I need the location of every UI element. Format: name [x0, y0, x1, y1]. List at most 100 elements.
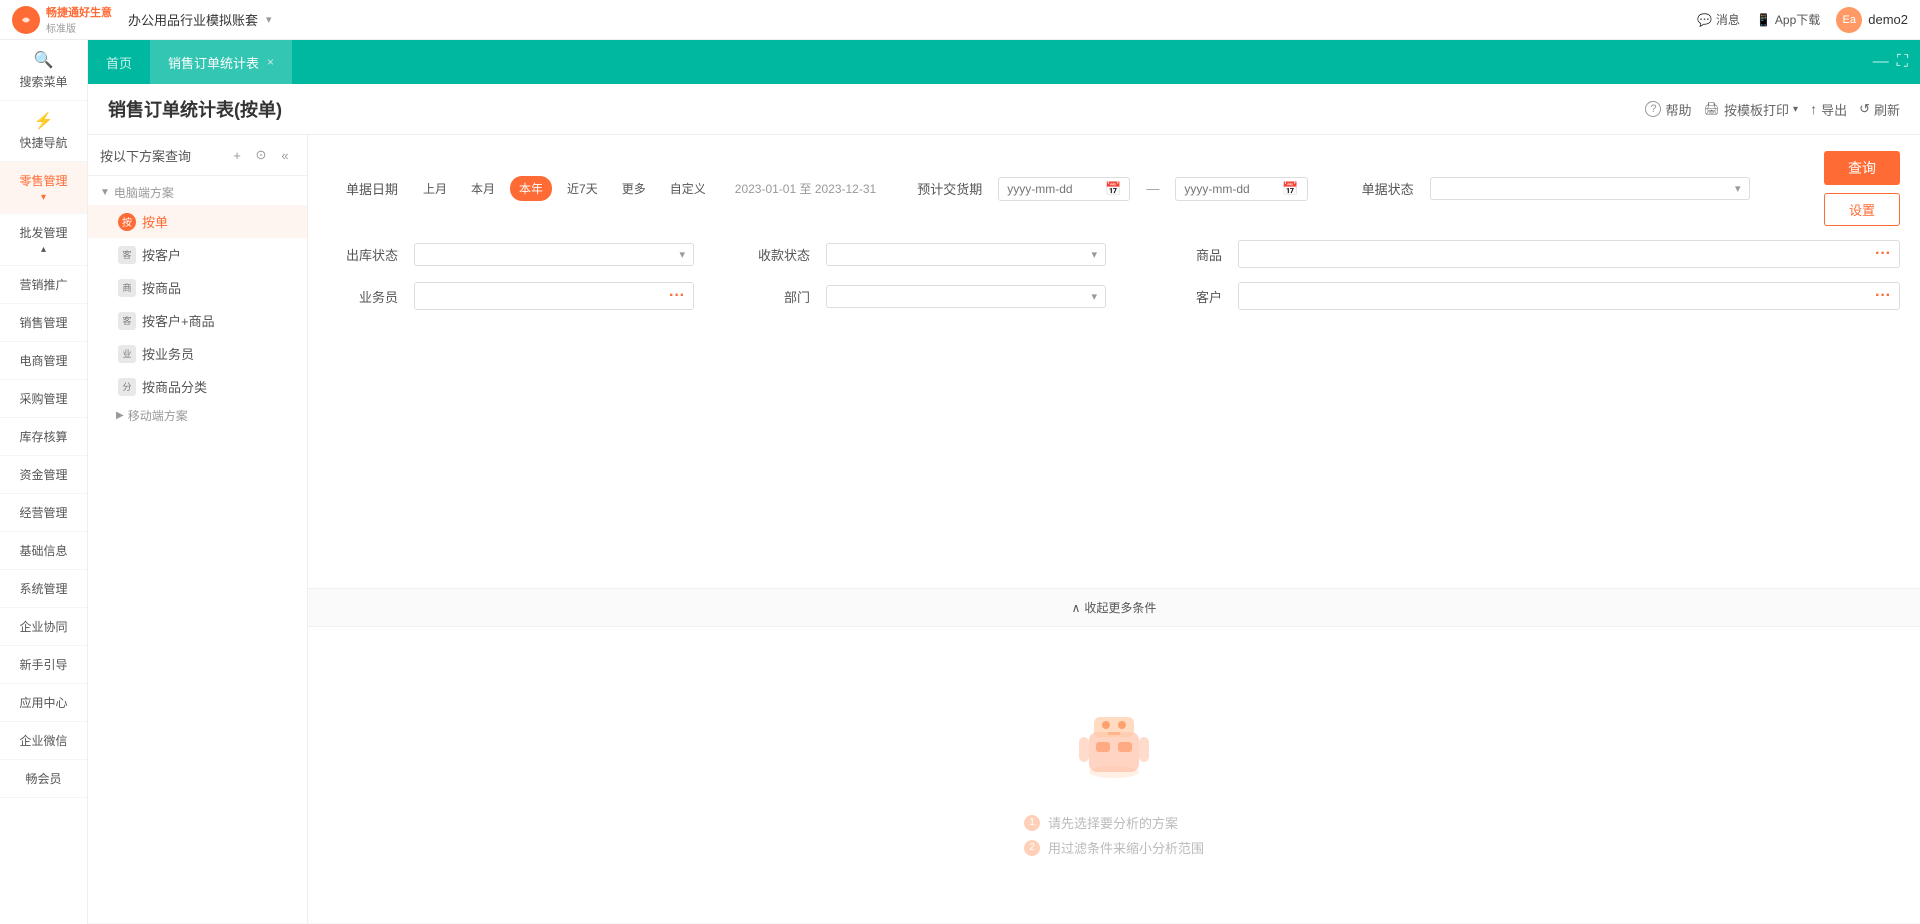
- refresh-button[interactable]: ↺ 刷新: [1859, 100, 1900, 119]
- customer-dots-icon[interactable]: ···: [1875, 287, 1891, 305]
- search-icon: 🔍: [4, 50, 83, 70]
- scheme-item-by-customer-goods[interactable]: 客 按客户+商品: [88, 304, 307, 337]
- sidebar-item-wechat[interactable]: 企业微信: [0, 722, 87, 760]
- sidebar-item-search[interactable]: 🔍 搜索菜单: [0, 40, 87, 101]
- date-from-group: 📅: [998, 177, 1130, 201]
- date-from-input[interactable]: [1007, 182, 1097, 196]
- sidebar-item-operations[interactable]: 经营管理: [0, 494, 87, 532]
- sidebar-item-apps[interactable]: 应用中心: [0, 684, 87, 722]
- filter-row-1: 单据日期 上月 本月 本年 近7天 更多 自定义 2023-01-01 至 20…: [328, 151, 1900, 226]
- workspace-dropdown-icon[interactable]: ▾: [266, 13, 272, 26]
- sidebar-item-enterprise[interactable]: 企业协同: [0, 608, 87, 646]
- status-select[interactable]: ▾: [1430, 177, 1750, 200]
- status-select-arrow-icon: ▾: [1735, 182, 1741, 195]
- customer-input-area[interactable]: ···: [1238, 282, 1900, 310]
- sidebar-item-member[interactable]: 畅会员: [0, 760, 87, 798]
- message-icon: 💬: [1697, 13, 1712, 27]
- delivery-select[interactable]: ▾: [414, 243, 694, 266]
- calendar-to-icon[interactable]: 📅: [1282, 181, 1298, 197]
- wholesale-label: 批发管理: [4, 224, 83, 241]
- date-btn-7days[interactable]: 近7天: [558, 176, 607, 201]
- help-button[interactable]: ? 帮助: [1645, 100, 1691, 119]
- mobile-group[interactable]: ▶ 移动端方案: [88, 403, 307, 428]
- sidebar-item-wholesale[interactable]: 批发管理 ▴: [0, 214, 87, 266]
- date-btn-thisyear[interactable]: 本年: [510, 176, 552, 201]
- goods-input-area[interactable]: ···: [1238, 240, 1900, 268]
- agent-input-area[interactable]: ···: [414, 282, 694, 310]
- sidebar-item-marketing[interactable]: 营销推广: [0, 266, 87, 304]
- sidebar-item-finance[interactable]: 资金管理: [0, 456, 87, 494]
- pc-group-arrow-icon: ▼: [100, 187, 110, 198]
- enterprise-label: 企业协同: [4, 618, 83, 635]
- sidebar-item-basic[interactable]: 基础信息: [0, 532, 87, 570]
- wechat-label: 企业微信: [4, 732, 83, 749]
- page-header-actions: ? 帮助 🖨 按模板打印 ▾ ↑ 导出 ↺ 刷新: [1645, 100, 1900, 119]
- scheme-item-by-agent[interactable]: 业 按业务员: [88, 337, 307, 370]
- empty-hint-2: 2 用过滤条件来缩小分析范围: [1024, 838, 1204, 857]
- expected-date-label: 预计交货期: [912, 179, 982, 198]
- settings-button[interactable]: 设置: [1824, 193, 1900, 226]
- dept-select[interactable]: ▾: [826, 285, 1106, 308]
- scheme-settings-button[interactable]: ⊙: [251, 145, 271, 165]
- scheme-collapse-button[interactable]: «: [275, 145, 295, 165]
- sidebar-item-retail[interactable]: 零售管理 ▾: [0, 162, 87, 214]
- scheme-add-button[interactable]: +: [227, 145, 247, 165]
- calendar-from-icon[interactable]: 📅: [1105, 181, 1121, 197]
- logo-text: 畅捷通好生意 标准版: [46, 4, 112, 35]
- date-btn-custom[interactable]: 自定义: [661, 176, 715, 201]
- ecommerce-label: 电商管理: [4, 352, 83, 369]
- tab-home[interactable]: 首页: [88, 40, 150, 84]
- sidebar-item-ecommerce[interactable]: 电商管理: [0, 342, 87, 380]
- scheme-item-by-goods[interactable]: 商 按商品: [88, 271, 307, 304]
- message-button[interactable]: 💬 消息: [1697, 11, 1740, 28]
- marketing-label: 营销推广: [4, 276, 83, 293]
- filter-actions: 查询 设置: [1824, 151, 1900, 226]
- refresh-icon: ↺: [1859, 101, 1870, 117]
- scheme-item-sq-icon: 客: [118, 246, 136, 264]
- sidebar-item-system[interactable]: 系统管理: [0, 570, 87, 608]
- agent-dots-icon[interactable]: ···: [669, 287, 685, 305]
- export-button[interactable]: ↑ 导出: [1810, 100, 1847, 119]
- delivery-label: 出库状态: [328, 245, 398, 264]
- retail-arrow-icon: ▾: [41, 192, 46, 203]
- collapse-bar[interactable]: ∧ 收起更多条件: [308, 588, 1920, 627]
- sidebar-item-sales[interactable]: 销售管理: [0, 304, 87, 342]
- scheme-item-by-category[interactable]: 分 按商品分类: [88, 370, 307, 403]
- sidebar-item-purchase[interactable]: 采购管理: [0, 380, 87, 418]
- logo-icon: [12, 6, 40, 34]
- tab-maximize-icon[interactable]: ⛶: [1897, 53, 1908, 71]
- scheme-item-by-order[interactable]: 按 按单: [88, 205, 307, 238]
- goods-label: 商品: [1152, 245, 1222, 264]
- app-download-button[interactable]: 📱 App下载: [1756, 11, 1820, 28]
- scheme-item-by-customer[interactable]: 客 按客户: [88, 238, 307, 271]
- date-to-input[interactable]: [1184, 182, 1274, 196]
- filter-panel: 单据日期 上月 本月 本年 近7天 更多 自定义 2023-01-01 至 20…: [308, 135, 1920, 588]
- app-icon: 📱: [1756, 13, 1771, 27]
- receipt-select[interactable]: ▾: [826, 243, 1106, 266]
- content-area: 首页 销售订单统计表 × — ⛶ 销售订单统计表(按单) ? 帮助: [88, 40, 1920, 924]
- operations-label: 经营管理: [4, 504, 83, 521]
- inner-layout: 按以下方案查询 + ⊙ « ▼ 电脑端方案 按 按单: [88, 135, 1920, 923]
- print-dropdown-icon[interactable]: ▾: [1793, 104, 1798, 115]
- tab-minimize-icon[interactable]: —: [1873, 53, 1889, 71]
- date-btn-more[interactable]: 更多: [613, 176, 655, 201]
- date-to-group: 📅: [1175, 177, 1307, 201]
- tab-bar-right: — ⛶: [1873, 53, 1920, 71]
- workspace-name: 办公用品行业模拟账套: [128, 10, 258, 29]
- print-button[interactable]: 🖨 按模板打印 ▾: [1704, 100, 1799, 119]
- date-btn-thismonth[interactable]: 本月: [462, 176, 504, 201]
- sidebar-item-guide[interactable]: 新手引导: [0, 646, 87, 684]
- sidebar-item-inventory[interactable]: 库存核算: [0, 418, 87, 456]
- date-btn-lastmonth[interactable]: 上月: [414, 176, 456, 201]
- tab-close-icon[interactable]: ×: [267, 55, 274, 69]
- sidebar: 🔍 搜索菜单 ⚡ 快捷导航 零售管理 ▾ 批发管理 ▴ 营销推广 销售管理 电商…: [0, 40, 88, 924]
- goods-dots-icon[interactable]: ···: [1875, 245, 1891, 263]
- user-area[interactable]: Ea demo2: [1836, 7, 1908, 33]
- sidebar-item-quicknav-label: 快捷导航: [4, 134, 83, 151]
- delivery-select-arrow-icon: ▾: [679, 248, 685, 261]
- help-icon: ?: [1645, 101, 1661, 117]
- query-button[interactable]: 查询: [1824, 151, 1900, 185]
- sidebar-item-quicknav[interactable]: ⚡ 快捷导航: [0, 101, 87, 162]
- tab-stats[interactable]: 销售订单统计表 ×: [150, 40, 292, 84]
- scheme-agent-icon: 业: [118, 345, 136, 363]
